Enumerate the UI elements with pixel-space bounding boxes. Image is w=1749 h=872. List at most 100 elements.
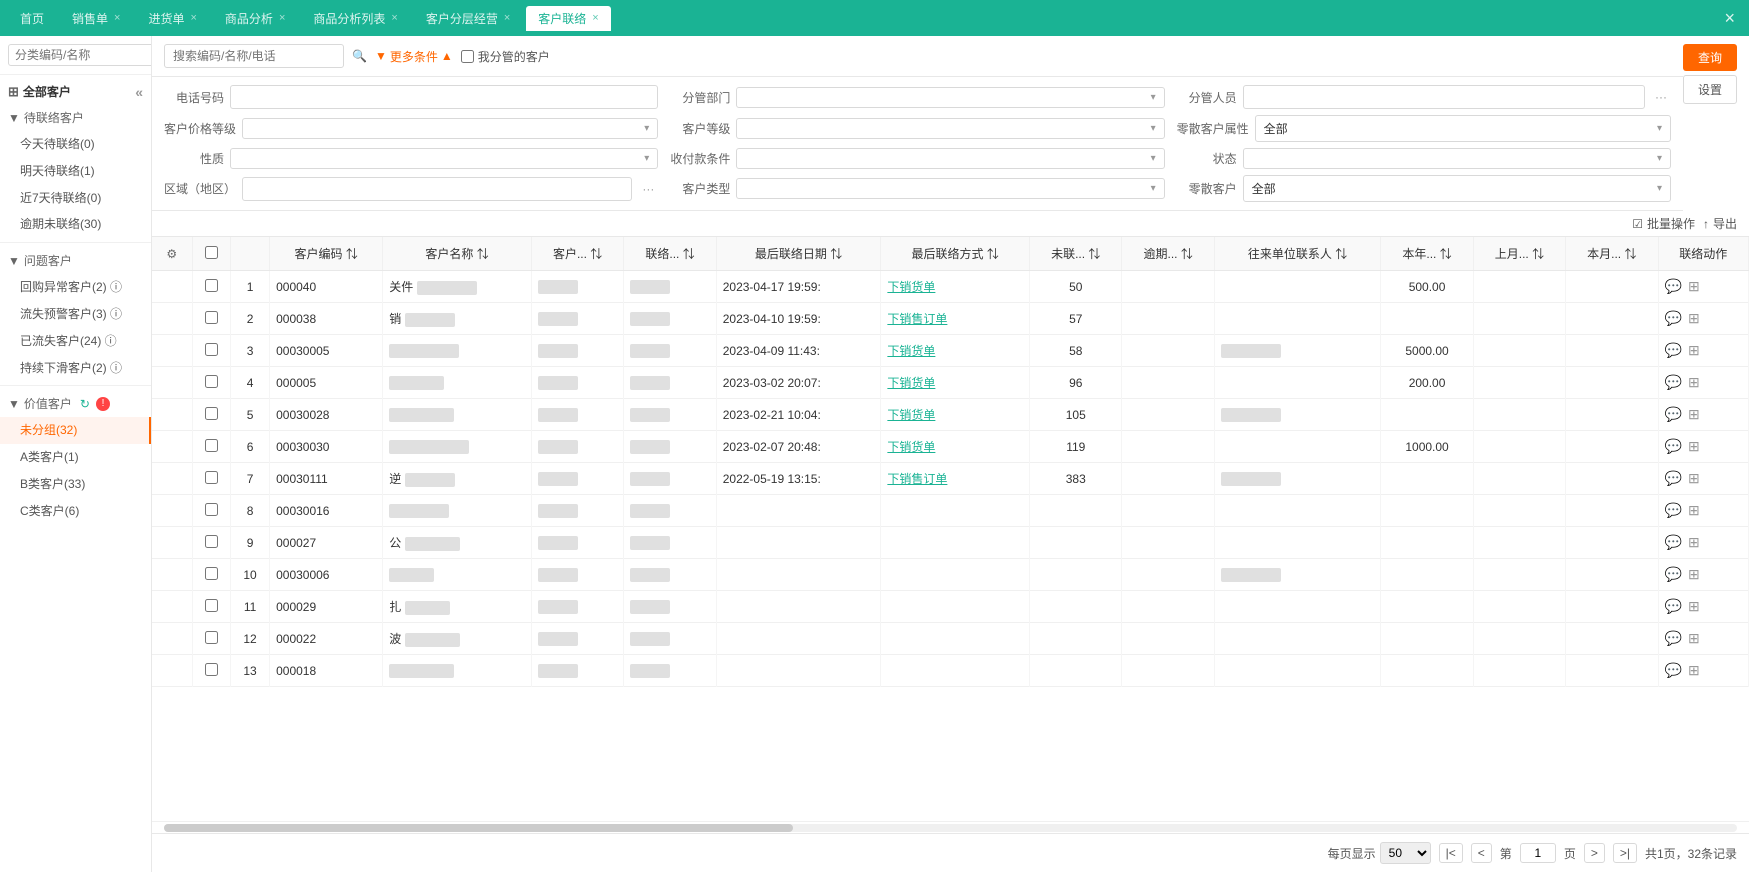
customer-level-select[interactable]: ▾	[736, 118, 1164, 139]
th-this-year[interactable]: 本年... ⇅	[1381, 237, 1473, 271]
message-action-icon[interactable]: 💬	[1665, 310, 1682, 327]
value-refresh-icon[interactable]: ↻	[80, 397, 90, 411]
th-name[interactable]: 客户名称 ⇅	[383, 237, 532, 271]
select-all-checkbox[interactable]	[205, 246, 218, 259]
next-page-button[interactable]: >	[1584, 843, 1605, 863]
message-action-icon[interactable]: 💬	[1665, 406, 1682, 423]
message-action-icon[interactable]: 💬	[1665, 278, 1682, 295]
th-last-date[interactable]: 最后联络日期 ⇅	[716, 237, 881, 271]
row-checkbox[interactable]	[205, 503, 218, 516]
message-action-icon[interactable]: 💬	[1665, 662, 1682, 679]
segment-tab-close[interactable]: ×	[504, 12, 510, 24]
sidebar-item-tomorrow[interactable]: 明天待联络(1)	[0, 158, 151, 185]
sidebar-item-overdue[interactable]: 逾期未联络(30)	[0, 211, 151, 238]
row-checkbox[interactable]	[205, 439, 218, 452]
message-action-icon[interactable]: 💬	[1665, 598, 1682, 615]
grid-action-icon[interactable]: ⊞	[1688, 470, 1700, 487]
analysis-list-tab-close[interactable]: ×	[391, 12, 397, 24]
contact-way-link[interactable]: 下销货单	[887, 376, 935, 390]
contact-way-link[interactable]: 下销货单	[887, 440, 935, 454]
sidebar-item-today[interactable]: 今天待联络(0)	[0, 131, 151, 158]
sidebar-item-abnormal[interactable]: 回购异常客户(2) ⓘ	[0, 274, 151, 301]
sidebar-collapse-button[interactable]: «	[135, 84, 143, 100]
nav-tab-home[interactable]: 首页	[8, 6, 56, 31]
sidebar-item-declining[interactable]: 持续下滑客户(2) ⓘ	[0, 355, 151, 382]
close-all-tabs-button[interactable]: ×	[1718, 8, 1741, 29]
sidebar-item-churn-warning[interactable]: 流失预警客户(3) ⓘ	[0, 301, 151, 328]
grid-action-icon[interactable]: ⊞	[1688, 310, 1700, 327]
scrollbar-thumb[interactable]	[164, 824, 793, 832]
th-type[interactable]: 客户... ⇅	[531, 237, 623, 271]
message-action-icon[interactable]: 💬	[1665, 502, 1682, 519]
grid-action-icon[interactable]: ⊞	[1688, 598, 1700, 615]
th-code[interactable]: 客户编码 ⇅	[270, 237, 383, 271]
row-checkbox[interactable]	[205, 599, 218, 612]
sidebar-section-value[interactable]: ▼ 价值客户 ↻ !	[0, 390, 151, 417]
th-settings[interactable]: ⚙	[152, 237, 192, 271]
message-action-icon[interactable]: 💬	[1665, 470, 1682, 487]
dept-select[interactable]: ▾	[736, 87, 1164, 108]
grid-action-icon[interactable]: ⊞	[1688, 406, 1700, 423]
person-ellipsis[interactable]: ···	[1651, 90, 1671, 104]
region-ellipsis[interactable]: ···	[638, 182, 658, 196]
more-conditions-button[interactable]: ▼ 更多条件 ▲	[375, 48, 453, 65]
row-checkbox[interactable]	[205, 535, 218, 548]
status-select[interactable]: ▾	[1243, 148, 1671, 169]
nav-tab-analysis-list[interactable]: 商品分析列表 ×	[301, 6, 409, 31]
sidebar-item-ungrouped[interactable]: 未分组(32)	[0, 417, 151, 444]
message-action-icon[interactable]: 💬	[1665, 630, 1682, 647]
search-input[interactable]	[164, 44, 344, 68]
row-checkbox[interactable]	[205, 311, 218, 324]
payment-select[interactable]: ▾	[736, 148, 1164, 169]
nav-tab-sales[interactable]: 销售单 ×	[60, 6, 132, 31]
nav-tab-purchase[interactable]: 进货单 ×	[136, 6, 208, 31]
person-input[interactable]	[1243, 85, 1645, 109]
purchase-tab-close[interactable]: ×	[190, 12, 196, 24]
customer-type-select[interactable]: ▾	[736, 178, 1164, 199]
sales-tab-close[interactable]: ×	[114, 12, 120, 24]
grid-action-icon[interactable]: ⊞	[1688, 630, 1700, 647]
sidebar-item-7days[interactable]: 近7天待联络(0)	[0, 185, 151, 212]
grid-action-icon[interactable]: ⊞	[1688, 502, 1700, 519]
sidebar-item-churned[interactable]: 已流失客户(24) ⓘ	[0, 328, 151, 355]
contact-way-link[interactable]: 下销售订单	[887, 312, 947, 326]
search-icon[interactable]: 🔍	[352, 49, 367, 63]
contact-way-link[interactable]: 下销货单	[887, 280, 935, 294]
my-customers-checkbox[interactable]	[461, 50, 474, 63]
horizontal-scrollbar[interactable]	[152, 821, 1749, 833]
phone-input[interactable]	[230, 85, 658, 109]
sidebar-section-problems[interactable]: ▼ 问题客户	[0, 247, 151, 274]
sidebar-item-class-a[interactable]: A类客户(1)	[0, 444, 151, 471]
sidebar-section-pending[interactable]: ▼ 待联络客户	[0, 104, 151, 131]
message-action-icon[interactable]: 💬	[1665, 438, 1682, 455]
grid-action-icon[interactable]: ⊞	[1688, 534, 1700, 551]
row-checkbox[interactable]	[205, 471, 218, 484]
price-level-select[interactable]: ▾	[242, 118, 658, 139]
message-action-icon[interactable]: 💬	[1665, 342, 1682, 359]
th-uncontacted[interactable]: 未联... ⇅	[1030, 237, 1122, 271]
contact-way-link[interactable]: 下销售订单	[887, 472, 947, 486]
row-checkbox[interactable]	[205, 567, 218, 580]
th-this-month[interactable]: 本月... ⇅	[1566, 237, 1658, 271]
row-checkbox[interactable]	[205, 375, 218, 388]
row-checkbox[interactable]	[205, 343, 218, 356]
message-action-icon[interactable]: 💬	[1665, 534, 1682, 551]
nav-tab-analysis[interactable]: 商品分析 ×	[213, 6, 297, 31]
prev-page-button[interactable]: <	[1471, 843, 1492, 863]
contact-tab-close[interactable]: ×	[592, 12, 598, 24]
export-button[interactable]: ↑ 导出	[1703, 215, 1737, 232]
grid-action-icon[interactable]: ⊞	[1688, 278, 1700, 295]
grid-action-icon[interactable]: ⊞	[1688, 662, 1700, 679]
grid-action-icon[interactable]: ⊞	[1688, 342, 1700, 359]
sparse-attr-select[interactable]: 全部 ▾	[1255, 115, 1671, 142]
th-last-way[interactable]: 最后联络方式 ⇅	[881, 237, 1030, 271]
th-unit-contact[interactable]: 往来单位联系人 ⇅	[1214, 237, 1380, 271]
settings-button[interactable]: 设置	[1683, 75, 1737, 104]
sidebar-item-class-b[interactable]: B类客户(33)	[0, 471, 151, 498]
sparse-select[interactable]: 全部 ▾	[1243, 175, 1671, 202]
analysis-tab-close[interactable]: ×	[279, 12, 285, 24]
query-button[interactable]: 查询	[1683, 44, 1737, 71]
sidebar-item-class-c[interactable]: C类客户(6)	[0, 498, 151, 525]
th-contact[interactable]: 联络... ⇅	[624, 237, 716, 271]
grid-action-icon[interactable]: ⊞	[1688, 566, 1700, 583]
